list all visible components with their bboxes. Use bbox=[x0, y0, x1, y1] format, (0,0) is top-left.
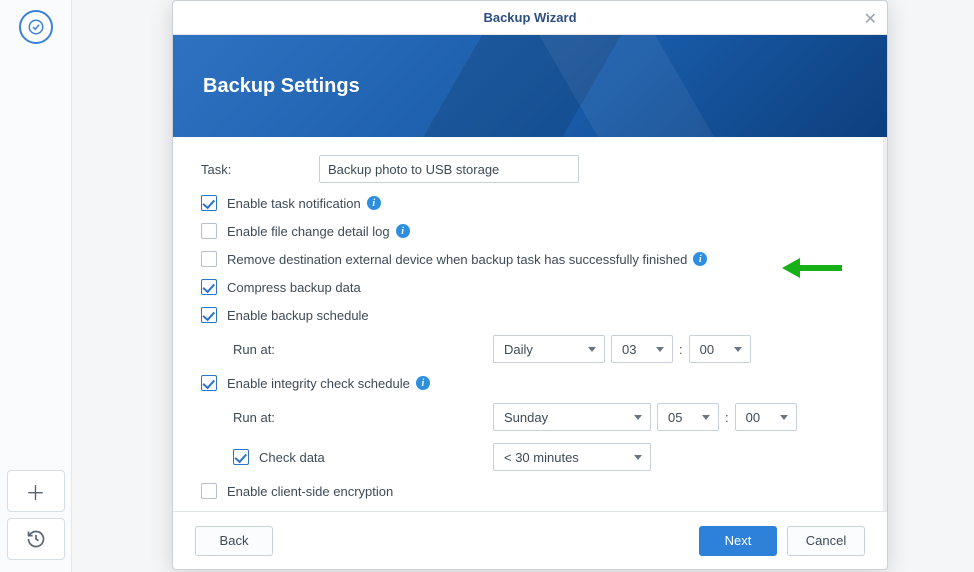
next-button[interactable]: Next bbox=[699, 526, 777, 556]
backup-wizard-modal: Backup Wizard ✕ Backup Settings Task: En… bbox=[172, 0, 888, 570]
chevron-down-icon bbox=[734, 347, 742, 352]
checkbox-filelog[interactable] bbox=[201, 223, 217, 239]
modal-footer: Back Next Cancel bbox=[173, 511, 887, 569]
opt-compress: Compress backup data bbox=[201, 279, 855, 295]
cancel-button[interactable]: Cancel bbox=[787, 526, 865, 556]
chevron-down-icon bbox=[634, 415, 642, 420]
opt-notification: Enable task notification i bbox=[201, 195, 855, 211]
check-data-row: Check data < 30 minutes bbox=[201, 443, 855, 471]
page-heading: Backup Settings bbox=[203, 75, 360, 98]
back-button[interactable]: Back bbox=[195, 526, 273, 556]
opt-label: Enable client-side encryption bbox=[227, 484, 393, 499]
schedule-frequency-select[interactable]: Daily bbox=[493, 335, 605, 363]
integrity-day-select[interactable]: Sunday bbox=[493, 403, 651, 431]
chevron-down-icon bbox=[780, 415, 788, 420]
opt-encryption: Enable client-side encryption bbox=[201, 483, 855, 499]
task-name-input[interactable] bbox=[319, 155, 579, 183]
schedule-minute-select[interactable]: 00 bbox=[689, 335, 751, 363]
opt-label: Check data bbox=[259, 450, 493, 465]
opt-label: Compress backup data bbox=[227, 280, 361, 295]
info-icon[interactable]: i bbox=[367, 196, 381, 210]
opt-label: Enable task notification bbox=[227, 196, 361, 211]
opt-label: Remove destination external device when … bbox=[227, 252, 687, 267]
opt-remove-device: Remove destination external device when … bbox=[201, 251, 855, 267]
select-value: 05 bbox=[668, 410, 682, 425]
integrity-run-at-row: Run at: Sunday 05 : 00 bbox=[201, 403, 855, 431]
opt-label: Enable integrity check schedule bbox=[227, 376, 410, 391]
opt-label: Enable file change detail log bbox=[227, 224, 390, 239]
main-area: Backup Wizard ✕ Backup Settings Task: En… bbox=[72, 0, 974, 572]
modal-titlebar: Backup Wizard ✕ bbox=[173, 1, 887, 35]
opt-label: Enable backup schedule bbox=[227, 308, 369, 323]
select-value: 00 bbox=[700, 342, 714, 357]
checkbox-integrity[interactable] bbox=[201, 375, 217, 391]
app-sidebar: ＋ bbox=[0, 0, 72, 572]
chevron-down-icon bbox=[702, 415, 710, 420]
schedule-run-at-row: Run at: Daily 03 : 00 bbox=[201, 335, 855, 363]
add-button[interactable]: ＋ bbox=[7, 470, 65, 512]
app-logo-icon[interactable] bbox=[19, 10, 53, 44]
chevron-down-icon bbox=[588, 347, 596, 352]
chevron-down-icon bbox=[634, 455, 642, 460]
checkbox-schedule[interactable] bbox=[201, 307, 217, 323]
select-value: 00 bbox=[746, 410, 760, 425]
check-duration-select[interactable]: < 30 minutes bbox=[493, 443, 651, 471]
info-icon[interactable]: i bbox=[416, 376, 430, 390]
chevron-down-icon bbox=[656, 347, 664, 352]
checkbox-encryption[interactable] bbox=[201, 483, 217, 499]
run-at-label: Run at: bbox=[233, 410, 493, 425]
select-value: 03 bbox=[622, 342, 636, 357]
time-colon: : bbox=[679, 342, 683, 357]
task-row: Task: bbox=[201, 155, 855, 183]
checkbox-compress[interactable] bbox=[201, 279, 217, 295]
checkbox-remove-device[interactable] bbox=[201, 251, 217, 267]
history-button[interactable] bbox=[7, 518, 65, 560]
task-label: Task: bbox=[201, 162, 319, 177]
checkbox-notification[interactable] bbox=[201, 195, 217, 211]
close-icon[interactable]: ✕ bbox=[864, 9, 877, 29]
opt-integrity: Enable integrity check schedule i bbox=[201, 375, 855, 391]
integrity-minute-select[interactable]: 00 bbox=[735, 403, 797, 431]
select-value: Sunday bbox=[504, 410, 548, 425]
run-at-label: Run at: bbox=[233, 342, 493, 357]
select-value: Daily bbox=[504, 342, 533, 357]
modal-title: Backup Wizard bbox=[483, 10, 576, 25]
select-value: < 30 minutes bbox=[504, 450, 579, 465]
info-icon[interactable]: i bbox=[396, 224, 410, 238]
modal-body: Task: Enable task notification i Enable … bbox=[173, 137, 887, 511]
opt-schedule: Enable backup schedule bbox=[201, 307, 855, 323]
info-icon[interactable]: i bbox=[693, 252, 707, 266]
checkbox-check-data[interactable] bbox=[233, 449, 249, 465]
time-colon: : bbox=[725, 410, 729, 425]
integrity-hour-select[interactable]: 05 bbox=[657, 403, 719, 431]
modal-banner: Backup Settings bbox=[173, 35, 887, 137]
opt-filelog: Enable file change detail log i bbox=[201, 223, 855, 239]
schedule-hour-select[interactable]: 03 bbox=[611, 335, 673, 363]
